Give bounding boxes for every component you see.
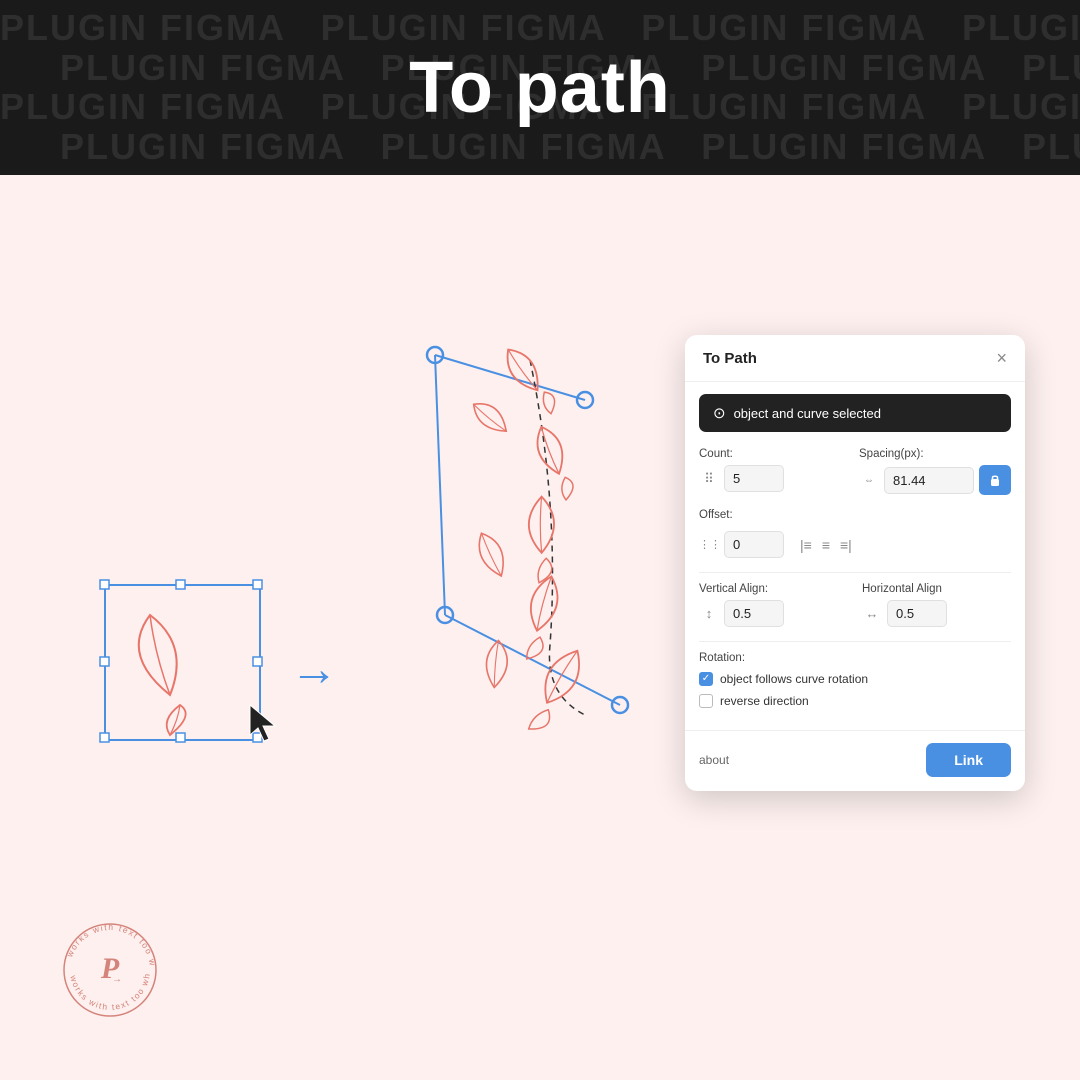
watermark: works with text too whaat works with tex… <box>60 920 160 1020</box>
divider-1 <box>699 572 1011 573</box>
count-label: Count: <box>699 448 845 460</box>
rotation-label: Rotation: <box>699 652 1011 664</box>
offset-row: Offset: ⋮⋮⋮ |≡ ≡ ≡| <box>699 509 1011 558</box>
panel-body: Count: ⠿ Spacing(px): ⇔ <box>685 444 1025 730</box>
horizontal-align-group: Horizontal Align ↔ <box>862 583 1011 627</box>
count-spacing-row: Count: ⠿ Spacing(px): ⇔ <box>699 448 1011 495</box>
banner-row-4: PLUGIN FIGMA PLUGIN FIGMA PLUGIN FIGMA P… <box>60 129 1080 165</box>
svg-text:→: → <box>112 974 122 985</box>
offset-input[interactable] <box>724 531 784 558</box>
checkbox-reverse-row[interactable]: reverse direction <box>699 694 1011 708</box>
watermark-svg: works with text too whaat works with tex… <box>60 920 160 1020</box>
spacing-label: Spacing(px): <box>859 448 1011 460</box>
align-left-icon[interactable]: |≡ <box>797 535 815 555</box>
offset-icon: ⋮⋮⋮ <box>699 538 719 551</box>
align-row: Vertical Align: ↕ Horizontal Align ↔ <box>699 583 1011 627</box>
lock-icon <box>988 473 1002 487</box>
vertical-align-input[interactable] <box>724 600 784 627</box>
horizontal-align-icon: ↔ <box>862 606 882 621</box>
header-banner: PLUGIN FIGMA PLUGIN FIGMA PLUGIN FIGMA P… <box>0 0 1080 175</box>
plugin-panel: To Path × ⊙ object and curve selected Co… <box>685 335 1025 791</box>
vertical-align-icon: ↕ <box>699 606 719 621</box>
checkbox-reverse-box[interactable] <box>699 694 713 708</box>
close-button[interactable]: × <box>996 349 1007 367</box>
offset-label: Offset: <box>699 509 733 521</box>
vertical-align-group: Vertical Align: ↕ <box>699 583 848 627</box>
spacing-input[interactable] <box>884 467 974 494</box>
illustration-svg: → <box>40 255 670 935</box>
about-link[interactable]: about <box>699 753 729 767</box>
link-button[interactable]: Link <box>926 743 1011 777</box>
status-icon: ⊙ <box>713 404 726 422</box>
count-input[interactable] <box>724 465 784 492</box>
spacing-icon: ⇔ <box>859 475 879 486</box>
checkbox-rotation-label: object follows curve rotation <box>720 672 868 686</box>
vertical-align-label: Vertical Align: <box>699 583 848 595</box>
align-right-icon[interactable]: ≡| <box>837 535 855 555</box>
count-icon: ⠿ <box>699 471 719 487</box>
canvas-area: → <box>40 255 670 955</box>
banner-row-1: PLUGIN FIGMA PLUGIN FIGMA PLUGIN FIGMA P… <box>0 10 1080 46</box>
spacing-lock-button[interactable] <box>979 465 1011 495</box>
status-bar: ⊙ object and curve selected <box>699 394 1011 432</box>
checkbox-rotation-row[interactable]: ✓ object follows curve rotation <box>699 672 1011 686</box>
horizontal-align-label: Horizontal Align <box>862 583 1011 595</box>
align-center-icon[interactable]: ≡ <box>819 535 833 555</box>
canvas-arrow: → <box>290 643 338 696</box>
spacing-group: Spacing(px): ⇔ <box>859 448 1011 495</box>
page-title: To path <box>409 47 671 129</box>
align-buttons: |≡ ≡ ≡| <box>797 535 855 555</box>
panel-footer: about Link <box>685 730 1025 791</box>
panel-header: To Path × <box>685 335 1025 382</box>
checkbox-rotation-box[interactable]: ✓ <box>699 672 713 686</box>
checkbox-reverse-label: reverse direction <box>720 694 809 708</box>
horizontal-align-input[interactable] <box>887 600 947 627</box>
panel-title: To Path <box>703 350 757 367</box>
count-group: Count: ⠿ <box>699 448 845 492</box>
divider-2 <box>699 641 1011 642</box>
checkbox-rotation-check: ✓ <box>702 674 710 684</box>
main-area: → <box>0 175 1080 1080</box>
status-text: object and curve selected <box>734 406 881 421</box>
